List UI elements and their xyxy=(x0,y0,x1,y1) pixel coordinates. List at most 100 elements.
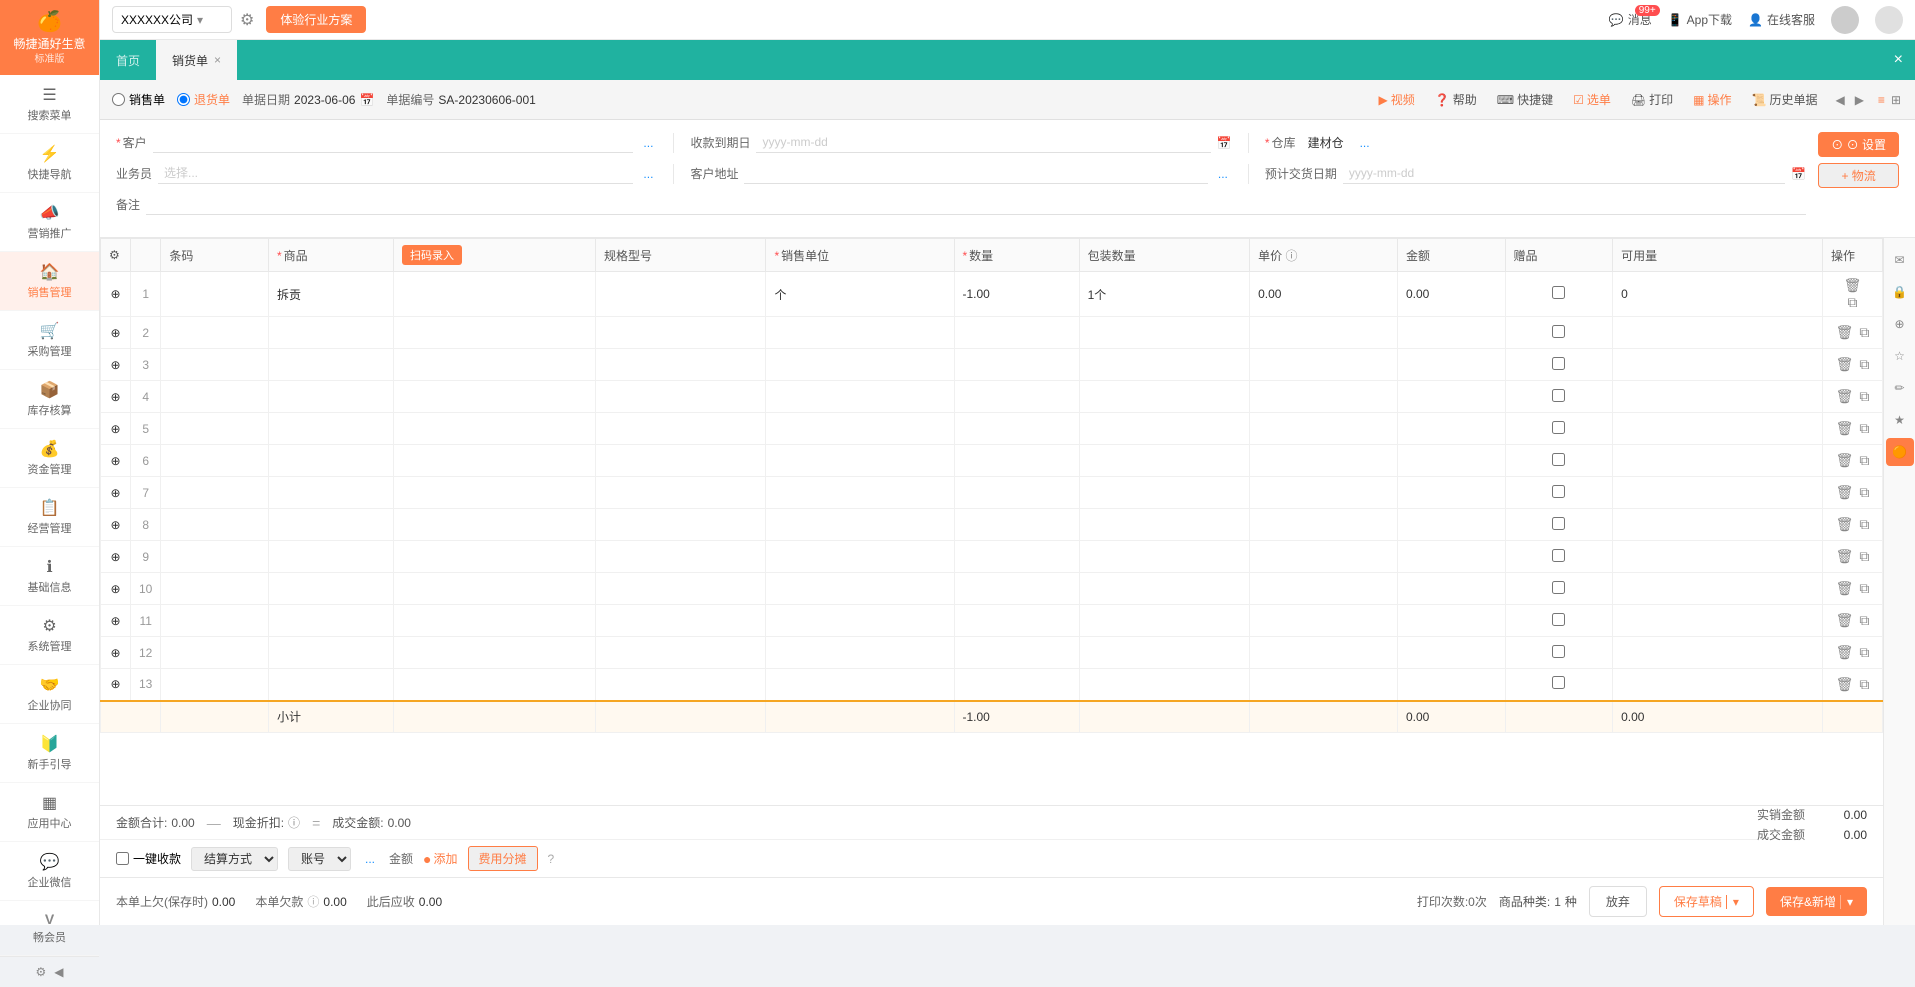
radio-return[interactable]: 退货单 xyxy=(177,91,230,108)
row-spec-7[interactable] xyxy=(595,477,766,509)
row-unit-8[interactable] xyxy=(766,509,954,541)
row-pkgqty-5[interactable] xyxy=(1079,413,1250,445)
delivery-calendar-icon[interactable]: 📅 xyxy=(1791,167,1806,181)
gift-checkbox-6[interactable] xyxy=(1552,453,1565,466)
row-spec-6[interactable] xyxy=(595,445,766,477)
customer-address-input[interactable] xyxy=(744,163,1207,184)
discount-info-icon[interactable]: ⓘ xyxy=(288,814,300,831)
row-settings-4[interactable]: ⊕ xyxy=(101,381,131,413)
rp-add-btn[interactable]: ⊕ xyxy=(1886,310,1914,338)
row-pkgqty-3[interactable] xyxy=(1079,349,1250,381)
gift-checkbox-11[interactable] xyxy=(1552,613,1565,626)
row-qty-1[interactable]: -1.00 xyxy=(954,272,1079,317)
row-spec-9[interactable] xyxy=(595,541,766,573)
row-qty-8[interactable] xyxy=(954,509,1079,541)
row-spec-1[interactable] xyxy=(595,272,766,317)
window-close-icon[interactable]: × xyxy=(1894,51,1903,69)
row-spec-2[interactable] xyxy=(595,317,766,349)
col-settings-header[interactable]: ⚙ xyxy=(101,239,131,272)
row-pkgqty-1[interactable]: 1个 xyxy=(1079,272,1250,317)
row-gift-6[interactable] xyxy=(1505,445,1613,477)
row-barcode-8[interactable] xyxy=(161,509,269,541)
message-button[interactable]: 💬 消息 99+ xyxy=(1609,11,1652,28)
nav-prev[interactable]: ◀ xyxy=(1831,91,1848,109)
row-unit-6[interactable] xyxy=(766,445,954,477)
row-pkgqty-11[interactable] xyxy=(1079,605,1250,637)
row-price-9[interactable] xyxy=(1250,541,1398,573)
row-gift-5[interactable] xyxy=(1505,413,1613,445)
select-btn[interactable]: ☑ 选单 xyxy=(1567,89,1617,110)
rp-favorite-btn[interactable]: ★ xyxy=(1886,406,1914,434)
row-settings-6[interactable]: ⊕ xyxy=(101,445,131,477)
row-spec-5[interactable] xyxy=(595,413,766,445)
salesperson-ellipsis[interactable]: ... xyxy=(639,167,657,181)
row-settings-9[interactable]: ⊕ xyxy=(101,541,131,573)
gift-checkbox-12[interactable] xyxy=(1552,645,1565,658)
row-gift-2[interactable] xyxy=(1505,317,1613,349)
row-amount-6[interactable] xyxy=(1397,445,1505,477)
row-settings-11[interactable]: ⊕ xyxy=(101,605,131,637)
question-icon[interactable]: ? xyxy=(548,852,555,866)
row-qty-4[interactable] xyxy=(954,381,1079,413)
salesperson-input[interactable] xyxy=(158,163,633,184)
row-spec-10[interactable] xyxy=(595,573,766,605)
row-goods-9[interactable] xyxy=(268,541,393,573)
sidebar-item-enterprise[interactable]: 🤝 企业协同 xyxy=(0,665,99,724)
row-barcode-4[interactable] xyxy=(161,381,269,413)
row-unit-11[interactable] xyxy=(766,605,954,637)
unit-price-info-icon[interactable]: ⓘ xyxy=(1285,249,1297,263)
trial-button[interactable]: 体验行业方案 xyxy=(266,6,366,33)
row-barcode-1[interactable] xyxy=(161,272,269,317)
logistics-btn[interactable]: + 物流 xyxy=(1818,163,1899,188)
rp-star-btn[interactable]: ☆ xyxy=(1886,342,1914,370)
row-amount-5[interactable] xyxy=(1397,413,1505,445)
delete-icon-9[interactable]: 🗑 xyxy=(1833,548,1857,564)
row-qty-6[interactable] xyxy=(954,445,1079,477)
save-draft-button[interactable]: 保存草稿 ▾ xyxy=(1659,886,1754,917)
user-avatar2[interactable] xyxy=(1875,6,1903,34)
row-goods-13[interactable] xyxy=(268,669,393,701)
row-gift-9[interactable] xyxy=(1505,541,1613,573)
nav-next[interactable]: ▶ xyxy=(1851,91,1868,109)
row-settings-2[interactable]: ⊕ xyxy=(101,317,131,349)
row-amount-2[interactable] xyxy=(1397,317,1505,349)
customer-input[interactable] xyxy=(153,132,634,153)
delete-icon-4[interactable]: 🗑 xyxy=(1833,388,1857,404)
sidebar-settings-icon[interactable]: ⚙ xyxy=(36,965,47,979)
row-barcode-11[interactable] xyxy=(161,605,269,637)
row-unit-12[interactable] xyxy=(766,637,954,669)
delete-icon-5[interactable]: 🗑 xyxy=(1833,420,1857,436)
goods-type[interactable]: 商品种类: 1 种 xyxy=(1499,893,1577,910)
radio-return-input[interactable] xyxy=(177,93,190,106)
video-btn[interactable]: ▶ 视频 xyxy=(1373,89,1421,110)
calendar-icon[interactable]: 📅 xyxy=(359,93,374,107)
copy-icon-12[interactable]: ⧉ xyxy=(1856,644,1872,660)
delete-icon-8[interactable]: 🗑 xyxy=(1833,516,1857,532)
row-gift-8[interactable] xyxy=(1505,509,1613,541)
copy-icon-6[interactable]: ⧉ xyxy=(1856,452,1872,468)
row-barcode-12[interactable] xyxy=(161,637,269,669)
one-click-payment[interactable]: 一键收款 xyxy=(116,850,181,867)
sidebar-item-newguide[interactable]: 🔰 新手引导 xyxy=(0,724,99,783)
gift-checkbox-4[interactable] xyxy=(1552,389,1565,402)
app-download-button[interactable]: 📱 App下载 xyxy=(1668,11,1732,28)
view-grid-icon[interactable]: ⊞ xyxy=(1889,91,1903,109)
row-barcode-10[interactable] xyxy=(161,573,269,605)
delivery-date-input[interactable] xyxy=(1343,163,1785,184)
customer-ellipsis[interactable]: ... xyxy=(639,136,657,150)
row-price-2[interactable] xyxy=(1250,317,1398,349)
row-pkgqty-9[interactable] xyxy=(1079,541,1250,573)
payment-calendar-icon[interactable]: 📅 xyxy=(1217,136,1232,150)
row-goods-2[interactable] xyxy=(268,317,393,349)
discard-button[interactable]: 放弃 xyxy=(1589,886,1647,917)
save-draft-chevron[interactable]: ▾ xyxy=(1726,895,1739,909)
row-qty-13[interactable] xyxy=(954,669,1079,701)
row-price-1[interactable]: 0.00 xyxy=(1250,272,1398,317)
row-goods-11[interactable] xyxy=(268,605,393,637)
row-settings-13[interactable]: ⊕ xyxy=(101,669,131,701)
copy-icon-9[interactable]: ⧉ xyxy=(1856,548,1872,564)
save-new-button[interactable]: 保存&新增 ▾ xyxy=(1766,887,1867,916)
company-selector[interactable]: XXXXXX公司 ▾ xyxy=(112,6,232,33)
gift-checkbox-2[interactable] xyxy=(1552,325,1565,338)
row-gift-3[interactable] xyxy=(1505,349,1613,381)
